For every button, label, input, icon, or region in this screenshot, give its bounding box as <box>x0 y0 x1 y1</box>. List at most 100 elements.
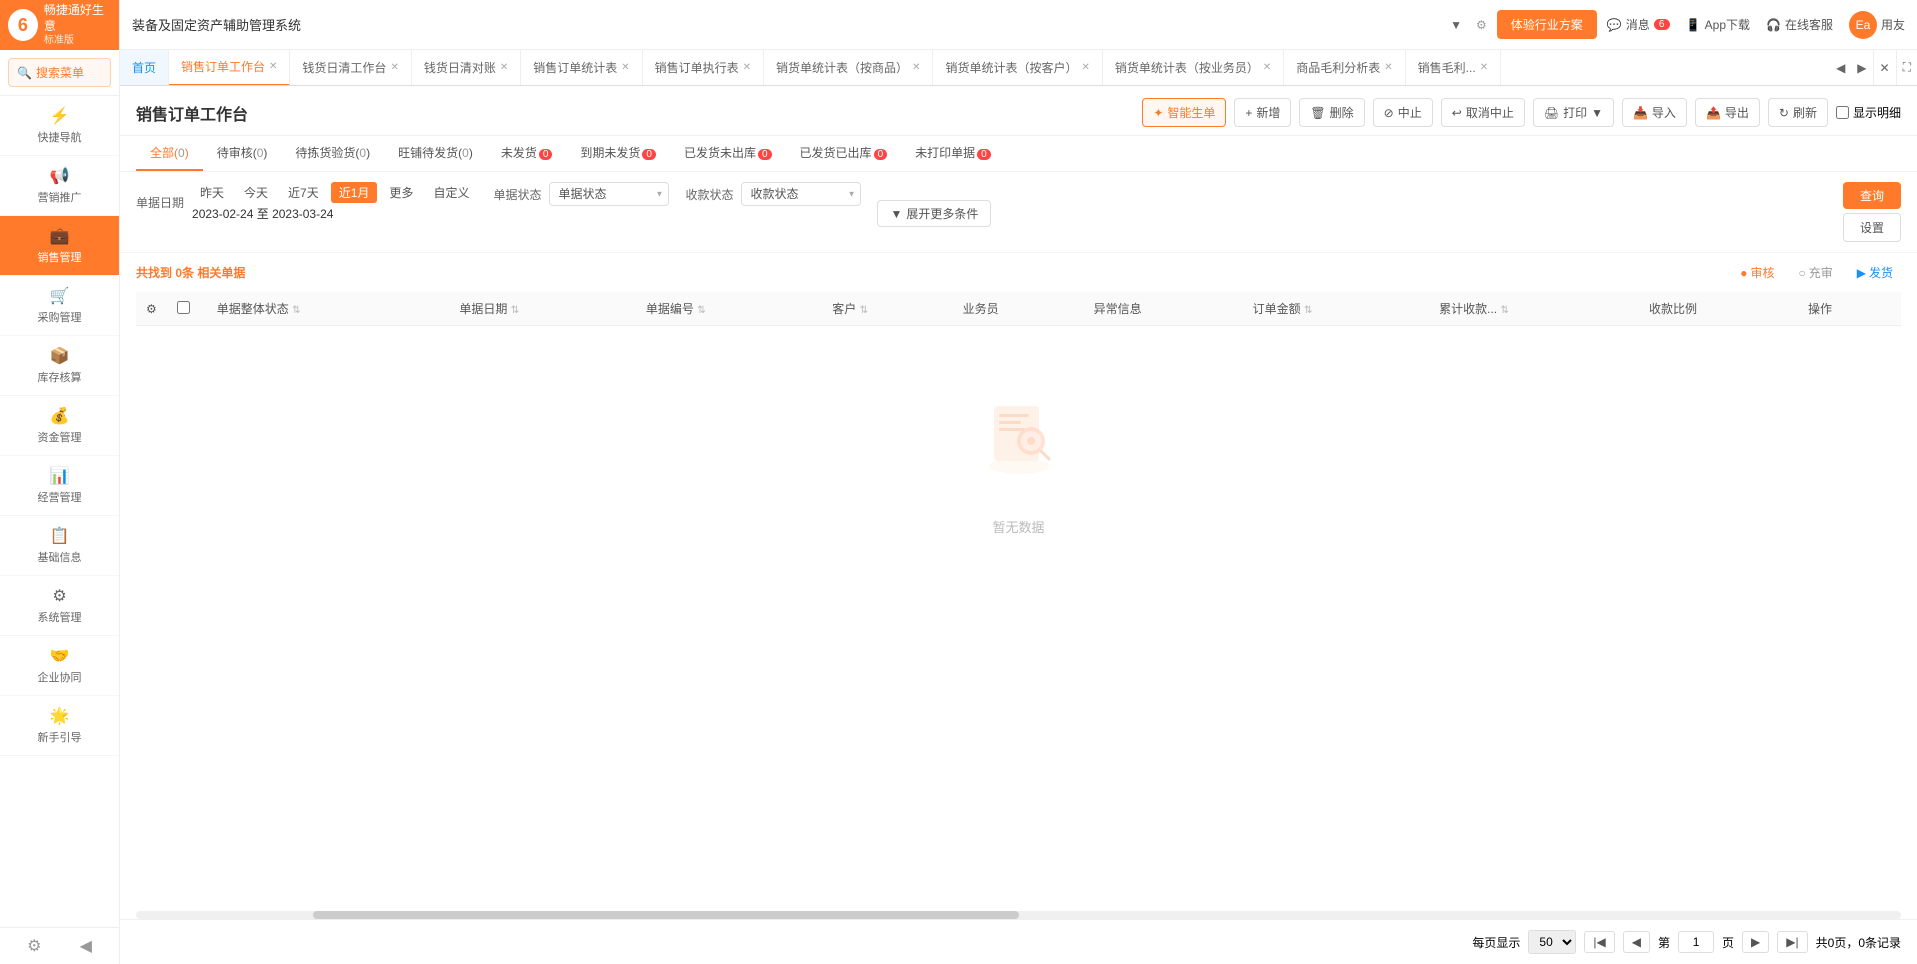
sort-number-icon[interactable]: ⇅ <box>697 305 705 316</box>
sub-tab-not-shipped[interactable]: 未发货0 <box>487 136 567 171</box>
tab-nav-prev[interactable]: ◀ <box>1830 50 1851 86</box>
tab-sales-stat-product[interactable]: 销货单统计表（按商品） ✕ <box>764 50 933 86</box>
sidebar-item-basic-info[interactable]: 📋 基础信息 <box>0 516 119 576</box>
tab-close-sales-exec[interactable]: ✕ <box>743 62 751 73</box>
print-button[interactable]: 🖨 打印 ▼ <box>1533 98 1614 127</box>
import-button[interactable]: 📥 导入 <box>1622 98 1687 127</box>
smart-generate-button[interactable]: ✦ 智能生单 <box>1142 98 1226 127</box>
query-button[interactable]: 查询 <box>1843 182 1901 209</box>
delete-button[interactable]: 🗑 删除 <box>1299 98 1364 127</box>
show-detail-input[interactable] <box>1836 106 1849 119</box>
sub-tab-all[interactable]: 全部(0) <box>136 136 203 171</box>
system-dropdown[interactable]: ▼ <box>1450 18 1462 32</box>
tab-product-margin[interactable]: 商品毛利分析表 ✕ <box>1284 50 1405 86</box>
tab-nav-next[interactable]: ▶ <box>1851 50 1872 86</box>
filter-setting-button[interactable]: 设置 <box>1843 213 1901 242</box>
sidebar-item-sales-mgmt[interactable]: 💼 销售管理 <box>0 216 119 276</box>
data-table: ⚙ 单据整体状态 ⇅ 单据日期 ⇅ <box>136 292 1901 326</box>
sub-tab-overdue-not-shipped[interactable]: 到期未发货0 <box>566 136 670 171</box>
collapse-icon[interactable]: ◀ <box>80 936 92 956</box>
audit-button[interactable]: ● 审核 <box>1732 261 1782 284</box>
sidebar-item-inventory-check[interactable]: 📦 库存核算 <box>0 336 119 396</box>
payment-select[interactable]: 收款状态 <box>741 182 861 206</box>
void-button[interactable]: ○ 充审 <box>1790 261 1840 284</box>
status-select[interactable]: 单据状态 <box>549 182 669 206</box>
user-menu[interactable]: Ea 用友 <box>1849 11 1905 39</box>
tab-close-sales-stat-customer[interactable]: ✕ <box>1081 62 1089 73</box>
th-date: 单据日期 ⇅ <box>449 292 635 326</box>
add-button[interactable]: + 新增 <box>1234 98 1291 127</box>
sidebar-item-system-mgmt[interactable]: ⚙ 系统管理 <box>0 576 119 636</box>
industry-solution-button[interactable]: 体验行业方案 <box>1497 10 1597 39</box>
tab-sales-workbench[interactable]: 销售订单工作台 ✕ <box>169 50 290 86</box>
date-btn-1month[interactable]: 近1月 <box>331 182 378 203</box>
sub-tab-not-printed[interactable]: 未打印单据0 <box>901 136 1005 171</box>
tab-close-sales-stat-product[interactable]: ✕ <box>912 62 920 73</box>
sub-tab-pending-check[interactable]: 待拣货验货(0) <box>281 136 384 171</box>
tab-cash-daily[interactable]: 钱货日清工作台 ✕ <box>290 50 411 86</box>
tab-close-cash-reconcile[interactable]: ✕ <box>500 62 508 73</box>
date-btn-7days[interactable]: 近7天 <box>280 182 327 203</box>
tab-sales-exec[interactable]: 销售订单执行表 ✕ <box>643 50 764 86</box>
sidebar-item-operations-mgmt[interactable]: 📊 经营管理 <box>0 456 119 516</box>
sort-received-icon[interactable]: ⇅ <box>1500 305 1508 316</box>
message-button[interactable]: 💬 消息 6 <box>1607 16 1670 33</box>
sidebar-item-purchase-mgmt[interactable]: 🛒 采购管理 <box>0 276 119 336</box>
tab-maximize[interactable]: ⛶ <box>1896 50 1917 86</box>
tab-close-sales-more[interactable]: ✕ <box>1480 62 1488 73</box>
sidebar-item-quick-nav[interactable]: ⚡ 快捷导航 <box>0 96 119 156</box>
last-page-button[interactable]: ▶| <box>1777 931 1807 953</box>
tab-sales-more[interactable]: 销售毛利... ✕ <box>1406 50 1501 86</box>
search-menu-button[interactable]: 🔍 搜索菜单 <box>8 58 111 87</box>
page-size-select[interactable]: 50 <box>1528 930 1576 954</box>
prev-page-button[interactable]: ◀ <box>1623 931 1650 953</box>
tab-cash-reconcile[interactable]: 钱货日清对账 ✕ <box>412 50 521 86</box>
date-btn-yesterday[interactable]: 昨天 <box>192 182 232 203</box>
tab-close-sales-workbench[interactable]: ✕ <box>269 61 277 72</box>
tab-home[interactable]: 首页 <box>120 50 169 86</box>
tab-sales-stat-customer[interactable]: 销货单统计表（按客户） ✕ <box>933 50 1102 86</box>
horizontal-scrollbar[interactable] <box>136 911 1901 919</box>
date-btn-more[interactable]: 更多 <box>381 182 421 203</box>
next-page-button[interactable]: ▶ <box>1742 931 1769 953</box>
date-btn-custom[interactable]: 自定义 <box>425 182 477 203</box>
cancel-stop-button[interactable]: ↩ 取消中止 <box>1441 98 1525 127</box>
sub-tab-wangpu-pending[interactable]: 旺铺待发货(0) <box>384 136 487 171</box>
tab-close-sales-stat-staff[interactable]: ✕ <box>1263 62 1271 73</box>
horizontal-scroll-thumb[interactable] <box>313 911 1019 919</box>
select-all-checkbox[interactable] <box>177 301 190 314</box>
tab-sales-stat[interactable]: 销售订单统计表 ✕ <box>521 50 642 86</box>
settings-icon[interactable]: ⚙ <box>27 936 41 956</box>
sidebar-item-marketing[interactable]: 📢 营销推广 <box>0 156 119 216</box>
app-download-button[interactable]: 📱 App下载 <box>1686 16 1750 33</box>
tab-close-cash-daily[interactable]: ✕ <box>390 62 398 73</box>
first-page-button[interactable]: |◀ <box>1584 931 1614 953</box>
tab-close-product-margin[interactable]: ✕ <box>1384 62 1392 73</box>
sidebar-item-beginner-guide[interactable]: 🌟 新手引导 <box>0 696 119 756</box>
sort-customer-icon[interactable]: ⇅ <box>860 305 868 316</box>
expand-filter-button[interactable]: ▼ 展开更多条件 <box>877 200 991 227</box>
export-button[interactable]: 📤 导出 <box>1695 98 1760 127</box>
online-service-button[interactable]: 🎧 在线客服 <box>1766 16 1833 33</box>
show-detail-checkbox[interactable]: 显示明细 <box>1836 104 1901 121</box>
stop-button[interactable]: ⊘ 中止 <box>1373 98 1433 127</box>
settings-cols-icon[interactable]: ⚙ <box>146 302 157 316</box>
sort-amount-icon[interactable]: ⇅ <box>1304 305 1312 316</box>
sub-tab-pending-review[interactable]: 待审核(0) <box>203 136 282 171</box>
date-btn-today[interactable]: 今天 <box>236 182 276 203</box>
refresh-button[interactable]: ↻ 刷新 <box>1768 98 1828 127</box>
tab-sales-stat-staff[interactable]: 销货单统计表（按业务员） ✕ <box>1103 50 1284 86</box>
th-amount: 订单金额 ⇅ <box>1243 292 1429 326</box>
page-number-input[interactable] <box>1678 931 1714 953</box>
tab-close-all[interactable]: ✕ <box>1873 50 1896 86</box>
sub-tab-shipped-not-out[interactable]: 已发货未出库0 <box>670 136 786 171</box>
sort-date-icon[interactable]: ⇅ <box>511 305 519 316</box>
sort-status-icon[interactable]: ⇅ <box>292 305 300 316</box>
ship-button[interactable]: ▶ 发货 <box>1849 261 1901 284</box>
gear-icon[interactable]: ⚙ <box>1476 18 1487 32</box>
sidebar-item-enterprise-collab[interactable]: 🤝 企业协同 <box>0 636 119 696</box>
sub-tab-shipped-out[interactable]: 已发货已出库0 <box>786 136 902 171</box>
tab-close-sales-stat[interactable]: ✕ <box>621 62 629 73</box>
sidebar-item-finance-mgmt[interactable]: 💰 资金管理 <box>0 396 119 456</box>
avatar[interactable]: Ea <box>1849 11 1877 39</box>
